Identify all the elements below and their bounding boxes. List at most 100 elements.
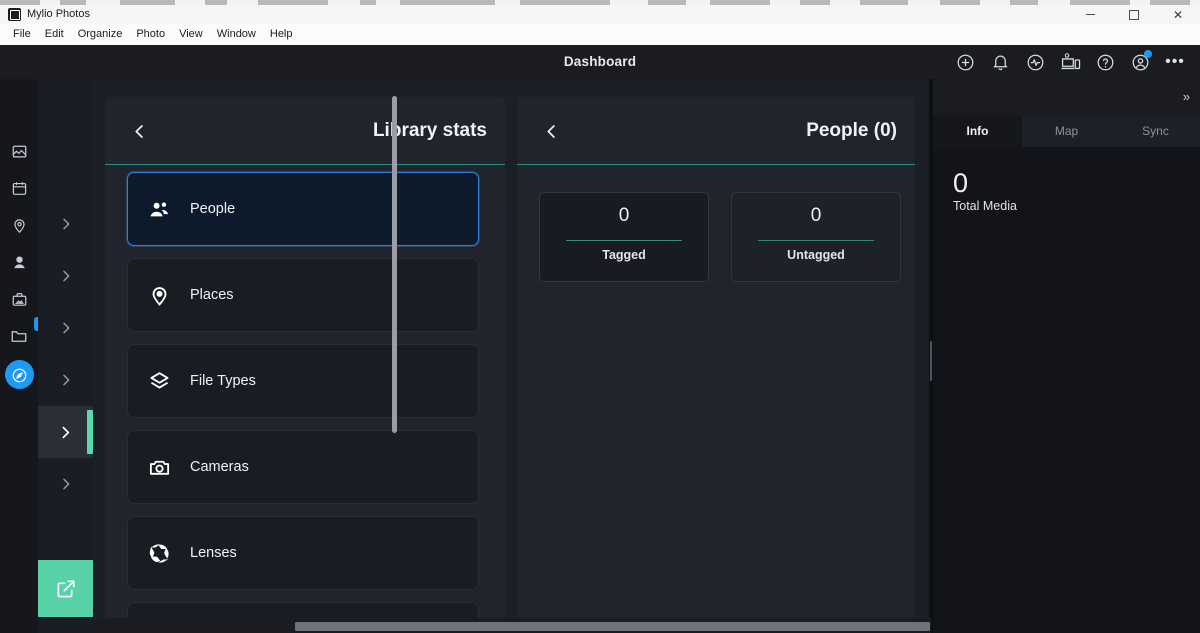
tab-info[interactable]: Info bbox=[933, 115, 1022, 147]
add-icon[interactable] bbox=[948, 45, 982, 79]
people-panel-back-button[interactable] bbox=[535, 115, 567, 147]
location-pin-icon bbox=[128, 284, 190, 307]
sidebar-expander-1[interactable] bbox=[38, 198, 93, 250]
stat-value: 0 bbox=[732, 205, 900, 227]
stat-value: 0 bbox=[540, 205, 708, 227]
sidebar-item-calendar[interactable] bbox=[0, 172, 38, 209]
menu-item-edit[interactable]: Edit bbox=[38, 26, 71, 43]
total-media-value: 0 bbox=[953, 170, 968, 197]
horizontal-scrollbar-thumb[interactable] bbox=[295, 622, 930, 631]
person-icon bbox=[11, 254, 28, 276]
library-stats-back-button[interactable] bbox=[123, 115, 155, 147]
list-item-label: People bbox=[190, 201, 235, 217]
dashboard-icon bbox=[11, 367, 28, 384]
people-stats-group: 0 Tagged 0 Untagged bbox=[539, 192, 901, 282]
menu-bar: File Edit Organize Photo View Window Hel… bbox=[0, 24, 1200, 46]
menu-item-organize[interactable]: Organize bbox=[71, 26, 130, 43]
list-item-people[interactable]: People bbox=[127, 172, 479, 246]
account-icon[interactable] bbox=[1123, 45, 1157, 79]
people-panel-header: People (0) bbox=[517, 97, 915, 165]
primary-sidebar bbox=[0, 79, 38, 633]
stat-divider bbox=[566, 240, 682, 241]
tab-map[interactable]: Map bbox=[1022, 115, 1111, 147]
chevron-left-icon bbox=[130, 122, 149, 141]
inspector-panel: » Info Map Sync 0 Total Media bbox=[933, 79, 1200, 633]
stat-divider bbox=[758, 240, 874, 241]
folder-icon bbox=[10, 327, 28, 350]
list-item-label: Lenses bbox=[190, 545, 237, 561]
tab-sync[interactable]: Sync bbox=[1111, 115, 1200, 147]
sidebar-item-photos[interactable] bbox=[0, 135, 38, 172]
notifications-icon[interactable] bbox=[983, 45, 1017, 79]
activity-icon[interactable] bbox=[1018, 45, 1052, 79]
menu-item-help[interactable]: Help bbox=[263, 26, 300, 43]
minimize-button[interactable] bbox=[1068, 5, 1112, 24]
camera-icon bbox=[128, 456, 190, 479]
library-stats-title: Library stats bbox=[373, 97, 487, 164]
library-stats-header: Library stats bbox=[105, 97, 505, 165]
more-options-icon[interactable]: ••• bbox=[1158, 45, 1192, 79]
calendar-icon bbox=[11, 180, 28, 202]
close-button[interactable]: ✕ bbox=[1156, 5, 1200, 24]
double-chevron-right-icon[interactable]: » bbox=[1183, 88, 1190, 105]
list-item-label: Places bbox=[190, 287, 234, 303]
sidebar-expander-4[interactable] bbox=[38, 354, 93, 406]
list-item-lenses[interactable]: Lenses bbox=[127, 516, 479, 590]
list-item-places[interactable]: Places bbox=[127, 258, 479, 332]
library-stats-list: People Places File Types bbox=[105, 164, 505, 621]
minimize-icon bbox=[1086, 14, 1095, 15]
layers-icon bbox=[128, 370, 190, 393]
location-pin-icon bbox=[11, 217, 28, 239]
chevron-right-icon bbox=[58, 216, 74, 232]
people-panel-title: People (0) bbox=[806, 97, 897, 164]
chevron-right-icon bbox=[58, 268, 74, 284]
help-icon[interactable] bbox=[1088, 45, 1122, 79]
chevron-left-icon bbox=[542, 122, 561, 141]
sidebar-expander-6[interactable] bbox=[38, 458, 93, 510]
photo-icon bbox=[11, 143, 28, 165]
stat-label: Untagged bbox=[732, 248, 900, 262]
aperture-icon bbox=[128, 542, 190, 565]
inspector-tabs: Info Map Sync bbox=[933, 115, 1200, 147]
sidebar-expander-2[interactable] bbox=[38, 250, 93, 302]
sidebar-item-folders[interactable] bbox=[0, 320, 38, 357]
list-item-file-types[interactable]: File Types bbox=[127, 344, 479, 418]
people-icon bbox=[128, 198, 190, 221]
menu-item-view[interactable]: View bbox=[172, 26, 210, 43]
sidebar-item-places[interactable] bbox=[0, 209, 38, 246]
sidebar-expander-5-selected[interactable] bbox=[38, 406, 93, 458]
application-window: Mylio Photos ✕ File Edit Organize Photo … bbox=[0, 0, 1200, 633]
chevron-right-icon bbox=[58, 476, 74, 492]
people-panel: People (0) 0 Tagged 0 Untagged bbox=[517, 97, 915, 621]
list-item-label: Cameras bbox=[190, 459, 249, 475]
external-link-icon bbox=[55, 578, 77, 600]
library-list-scrollbar[interactable] bbox=[392, 96, 397, 433]
briefcase-icon bbox=[11, 291, 28, 313]
stat-label: Tagged bbox=[540, 248, 708, 262]
sidebar-expander-3[interactable] bbox=[38, 302, 93, 354]
window-title-bar: Mylio Photos ✕ bbox=[0, 5, 1200, 25]
sidebar-item-dashboard[interactable] bbox=[0, 357, 38, 394]
export-button[interactable] bbox=[38, 560, 93, 617]
window-title: Mylio Photos bbox=[27, 8, 90, 21]
close-icon: ✕ bbox=[1173, 9, 1183, 21]
maximize-button[interactable] bbox=[1112, 5, 1156, 24]
resize-grip-icon bbox=[930, 341, 932, 381]
devices-icon[interactable] bbox=[1053, 45, 1087, 79]
menu-item-photo[interactable]: Photo bbox=[129, 26, 172, 43]
chevron-right-icon bbox=[58, 320, 74, 336]
total-media-label: Total Media bbox=[953, 199, 1017, 213]
list-item-cameras[interactable]: Cameras bbox=[127, 430, 479, 504]
app-header: Dashboard bbox=[0, 45, 1200, 79]
account-notification-badge bbox=[1144, 50, 1152, 58]
stat-card-tagged[interactable]: 0 Tagged bbox=[539, 192, 709, 282]
sidebar-item-people[interactable] bbox=[0, 246, 38, 283]
secondary-sidebar bbox=[38, 79, 93, 633]
sidebar-item-events[interactable] bbox=[0, 283, 38, 320]
chevron-right-icon bbox=[57, 424, 74, 441]
stat-card-untagged[interactable]: 0 Untagged bbox=[731, 192, 901, 282]
library-stats-panel: Library stats People bbox=[105, 97, 505, 621]
menu-item-window[interactable]: Window bbox=[210, 26, 263, 43]
inspector-info-body: 0 Total Media bbox=[933, 147, 1200, 633]
menu-item-file[interactable]: File bbox=[6, 26, 38, 43]
